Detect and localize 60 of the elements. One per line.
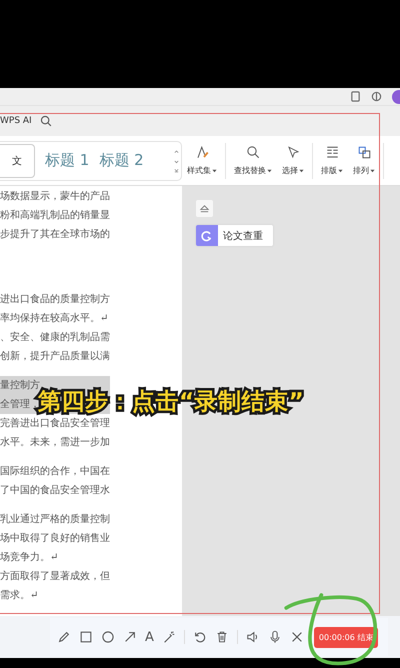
text-tool[interactable]: A bbox=[145, 630, 154, 644]
ribbon-button[interactable]: 查找替换 bbox=[231, 145, 275, 176]
caret-icon bbox=[299, 168, 304, 172]
stop-recording-button[interactable]: 00:00:06 结束 bbox=[314, 626, 378, 648]
caret-icon bbox=[212, 168, 217, 172]
ribbon-label: 排版 bbox=[321, 165, 337, 176]
ribbon-button[interactable]: 排版 bbox=[318, 145, 346, 176]
ribbon-label: 样式集 bbox=[187, 165, 211, 176]
speaker-icon[interactable] bbox=[246, 630, 260, 644]
style-option[interactable]: 标题 1 bbox=[45, 151, 90, 170]
overlapping-squares-icon bbox=[356, 145, 372, 160]
ribbon-button[interactable]: 排列 bbox=[350, 145, 378, 176]
document-text-line: 乳业通过严格的质量控制 bbox=[0, 512, 110, 527]
document-text-line: 创新，提升产品质量以满 bbox=[0, 350, 110, 364]
cursor-icon bbox=[286, 145, 300, 160]
caret-icon bbox=[338, 168, 343, 172]
rectangle-icon[interactable] bbox=[79, 630, 93, 644]
document-text-line: 水平。未来，需进一步加 bbox=[0, 436, 110, 450]
caret-icon bbox=[370, 168, 375, 172]
search-icon[interactable] bbox=[40, 115, 52, 127]
document-text-line: 完善进出口食品安全管理 bbox=[0, 416, 110, 431]
circle-icon[interactable] bbox=[101, 630, 115, 644]
document-text-line: 场数据显示，蒙牛的产品 bbox=[0, 190, 110, 204]
arrow-icon[interactable] bbox=[123, 630, 137, 644]
document-text-line: 粉和高端乳制品的销量显 bbox=[0, 208, 110, 223]
document-text-line: 场中取得了良好的销售业 bbox=[0, 532, 110, 546]
document-text-line: 场竞争力。↵ bbox=[0, 550, 60, 565]
style-option[interactable]: 文 bbox=[0, 144, 35, 178]
trash-icon[interactable] bbox=[214, 630, 229, 644]
document-text-line: 、安全、健康的乳制品需 bbox=[0, 330, 110, 345]
ribbon-label: 选择 bbox=[282, 165, 298, 176]
plagiarism-check-button[interactable]: 论文查重 bbox=[196, 225, 273, 246]
text-lines-icon bbox=[324, 145, 340, 160]
document-text-line: 方面取得了显著成效，但 bbox=[0, 570, 110, 584]
microphone-icon[interactable] bbox=[268, 630, 282, 644]
avatar-icon[interactable] bbox=[392, 90, 400, 104]
wand-icon[interactable] bbox=[162, 630, 176, 644]
collapse-button[interactable] bbox=[196, 200, 213, 217]
window-icon[interactable] bbox=[350, 91, 361, 102]
document-text-line: 进出口食品的质量控制方 bbox=[0, 292, 110, 307]
scroll-arrows-icon[interactable] bbox=[174, 148, 179, 174]
close-icon[interactable] bbox=[290, 630, 304, 644]
document-text-line: 需求。↵ bbox=[0, 588, 40, 603]
brush-letter-icon bbox=[194, 145, 210, 160]
ribbon-button[interactable]: 选择 bbox=[279, 145, 307, 176]
search-icon bbox=[246, 145, 260, 160]
document-text-line: 步提升了其在全球市场的 bbox=[0, 228, 110, 242]
document-text-line: 了中国的食品安全管理水 bbox=[0, 484, 110, 498]
pencil-icon[interactable] bbox=[57, 630, 71, 644]
ribbon-label: 排列 bbox=[353, 165, 369, 176]
ribbon-button[interactable]: 样式集 bbox=[184, 145, 220, 176]
style-option[interactable]: 标题 2 bbox=[99, 151, 144, 170]
eject-icon bbox=[199, 203, 210, 214]
ribbon-label: 查找替换 bbox=[234, 165, 266, 176]
document-text-line: 率均保持在较高水平。↵ bbox=[0, 312, 110, 326]
undo-icon[interactable] bbox=[192, 630, 207, 644]
caret-icon bbox=[267, 168, 272, 172]
document-text-line: 国际组织的合作，中国在 bbox=[0, 464, 110, 479]
wps-ai-tab[interactable]: WPS AI bbox=[0, 116, 32, 126]
check-logo-icon bbox=[196, 225, 218, 246]
